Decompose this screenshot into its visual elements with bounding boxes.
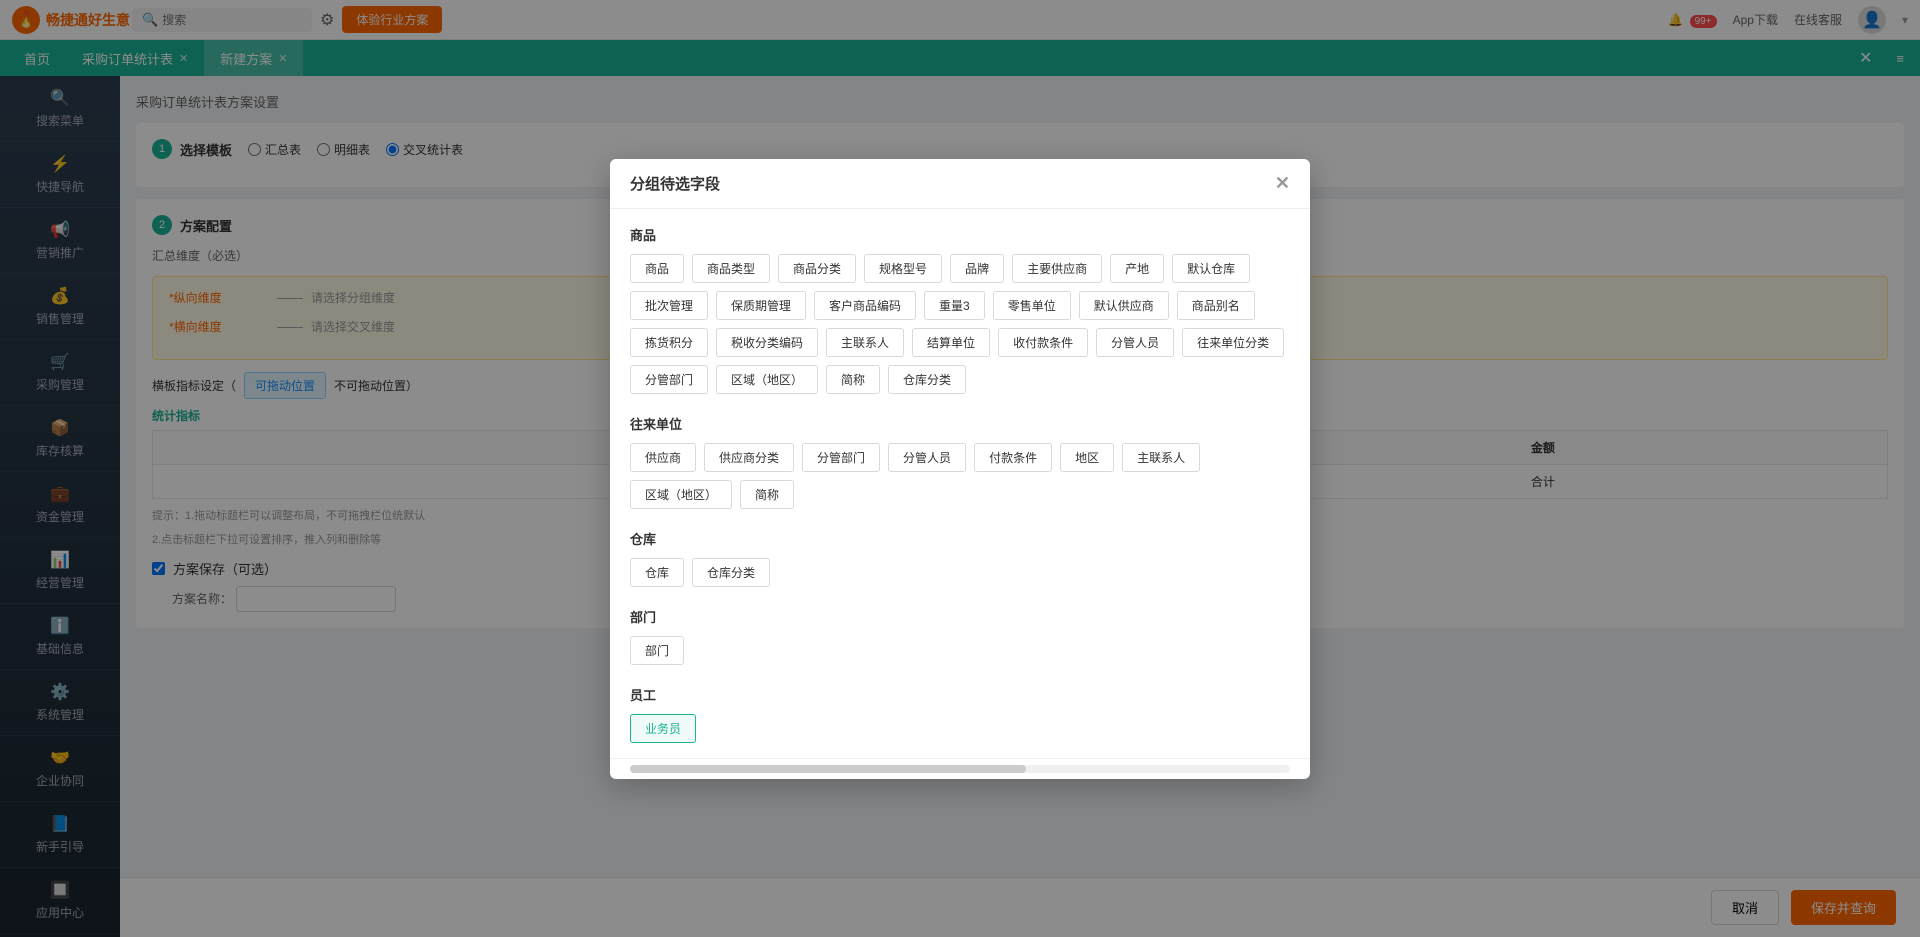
modal-dialog: 分组待选字段 ✕ 商品 商品 商品类型 商品分类 规格型号 品牌 主要供应商 产… [610, 159, 1310, 779]
chip-default-warehouse[interactable]: 默认仓库 [1172, 254, 1250, 283]
chip-supplier[interactable]: 供应商 [630, 443, 696, 472]
chip-settle-unit[interactable]: 结算单位 [912, 328, 990, 357]
chip-warehouse-category[interactable]: 仓库分类 [692, 558, 770, 587]
chip-region2[interactable]: 区域（地区） [630, 480, 732, 509]
chip-goods[interactable]: 商品 [630, 254, 684, 283]
chip-retail-unit[interactable]: 零售单位 [993, 291, 1071, 320]
modal-overlay[interactable]: 分组待选字段 ✕ 商品 商品 商品类型 商品分类 规格型号 品牌 主要供应商 产… [0, 0, 1920, 937]
goods-chips: 商品 商品类型 商品分类 规格型号 品牌 主要供应商 产地 默认仓库 批次管理 … [630, 254, 1290, 394]
chip-tax-code[interactable]: 税收分类编码 [716, 328, 818, 357]
warehouse-chips: 仓库 仓库分类 [630, 558, 1290, 587]
chip-weight[interactable]: 重量3 [924, 291, 985, 320]
modal-scrollbar-area [610, 758, 1310, 779]
chip-partner-category[interactable]: 往来单位分类 [1182, 328, 1284, 357]
section-department-title: 部门 [630, 607, 1290, 626]
section-partner: 往来单位 供应商 供应商分类 分管部门 分管人员 付款条件 地区 主联系人 区域… [630, 414, 1290, 509]
chip-warehouse-cat[interactable]: 仓库分类 [888, 365, 966, 394]
chip-customer-code[interactable]: 客户商品编码 [814, 291, 916, 320]
scrollbar-thumb[interactable] [630, 765, 1026, 773]
section-department: 部门 部门 [630, 607, 1290, 665]
chip-expiry[interactable]: 保质期管理 [716, 291, 806, 320]
chip-main-supplier[interactable]: 主要供应商 [1012, 254, 1102, 283]
chip-dept[interactable]: 分管部门 [630, 365, 708, 394]
chip-pick-score[interactable]: 拣货积分 [630, 328, 708, 357]
chip-payment-term[interactable]: 收付款条件 [998, 328, 1088, 357]
chip-area[interactable]: 地区 [1060, 443, 1114, 472]
chip-alias[interactable]: 商品别名 [1177, 291, 1255, 320]
chip-salesperson[interactable]: 业务员 [630, 714, 696, 743]
chip-supervisor[interactable]: 分管人员 [1096, 328, 1174, 357]
section-employee: 员工 业务员 [630, 685, 1290, 743]
section-partner-title: 往来单位 [630, 414, 1290, 433]
chip-main-contact[interactable]: 主联系人 [826, 328, 904, 357]
modal-close-icon[interactable]: ✕ [1275, 173, 1290, 194]
chip-short-name[interactable]: 简称 [826, 365, 880, 394]
chip-pay-term[interactable]: 付款条件 [974, 443, 1052, 472]
modal-header: 分组待选字段 ✕ [610, 159, 1310, 209]
chip-short-name2[interactable]: 简称 [740, 480, 794, 509]
modal-body: 商品 商品 商品类型 商品分类 规格型号 品牌 主要供应商 产地 默认仓库 批次… [610, 209, 1310, 758]
section-warehouse-title: 仓库 [630, 529, 1290, 548]
employee-chips: 业务员 [630, 714, 1290, 743]
chip-region[interactable]: 区域（地区） [716, 365, 818, 394]
modal-title: 分组待选字段 [630, 173, 720, 194]
chip-supplier-category[interactable]: 供应商分类 [704, 443, 794, 472]
chip-default-supplier[interactable]: 默认供应商 [1079, 291, 1169, 320]
chip-goods-category[interactable]: 商品分类 [778, 254, 856, 283]
section-employee-title: 员工 [630, 685, 1290, 704]
chip-main-contact2[interactable]: 主联系人 [1122, 443, 1200, 472]
department-chips: 部门 [630, 636, 1290, 665]
chip-department[interactable]: 部门 [630, 636, 684, 665]
chip-batch[interactable]: 批次管理 [630, 291, 708, 320]
horizontal-scrollbar[interactable] [630, 765, 1290, 773]
section-goods-title: 商品 [630, 225, 1290, 244]
chip-spec-model[interactable]: 规格型号 [864, 254, 942, 283]
chip-warehouse[interactable]: 仓库 [630, 558, 684, 587]
chip-origin[interactable]: 产地 [1110, 254, 1164, 283]
partner-chips: 供应商 供应商分类 分管部门 分管人员 付款条件 地区 主联系人 区域（地区） … [630, 443, 1290, 509]
chip-goods-type[interactable]: 商品类型 [692, 254, 770, 283]
chip-partner-dept[interactable]: 分管部门 [802, 443, 880, 472]
chip-brand[interactable]: 品牌 [950, 254, 1004, 283]
section-goods: 商品 商品 商品类型 商品分类 规格型号 品牌 主要供应商 产地 默认仓库 批次… [630, 225, 1290, 394]
section-warehouse: 仓库 仓库 仓库分类 [630, 529, 1290, 587]
chip-partner-supervisor[interactable]: 分管人员 [888, 443, 966, 472]
